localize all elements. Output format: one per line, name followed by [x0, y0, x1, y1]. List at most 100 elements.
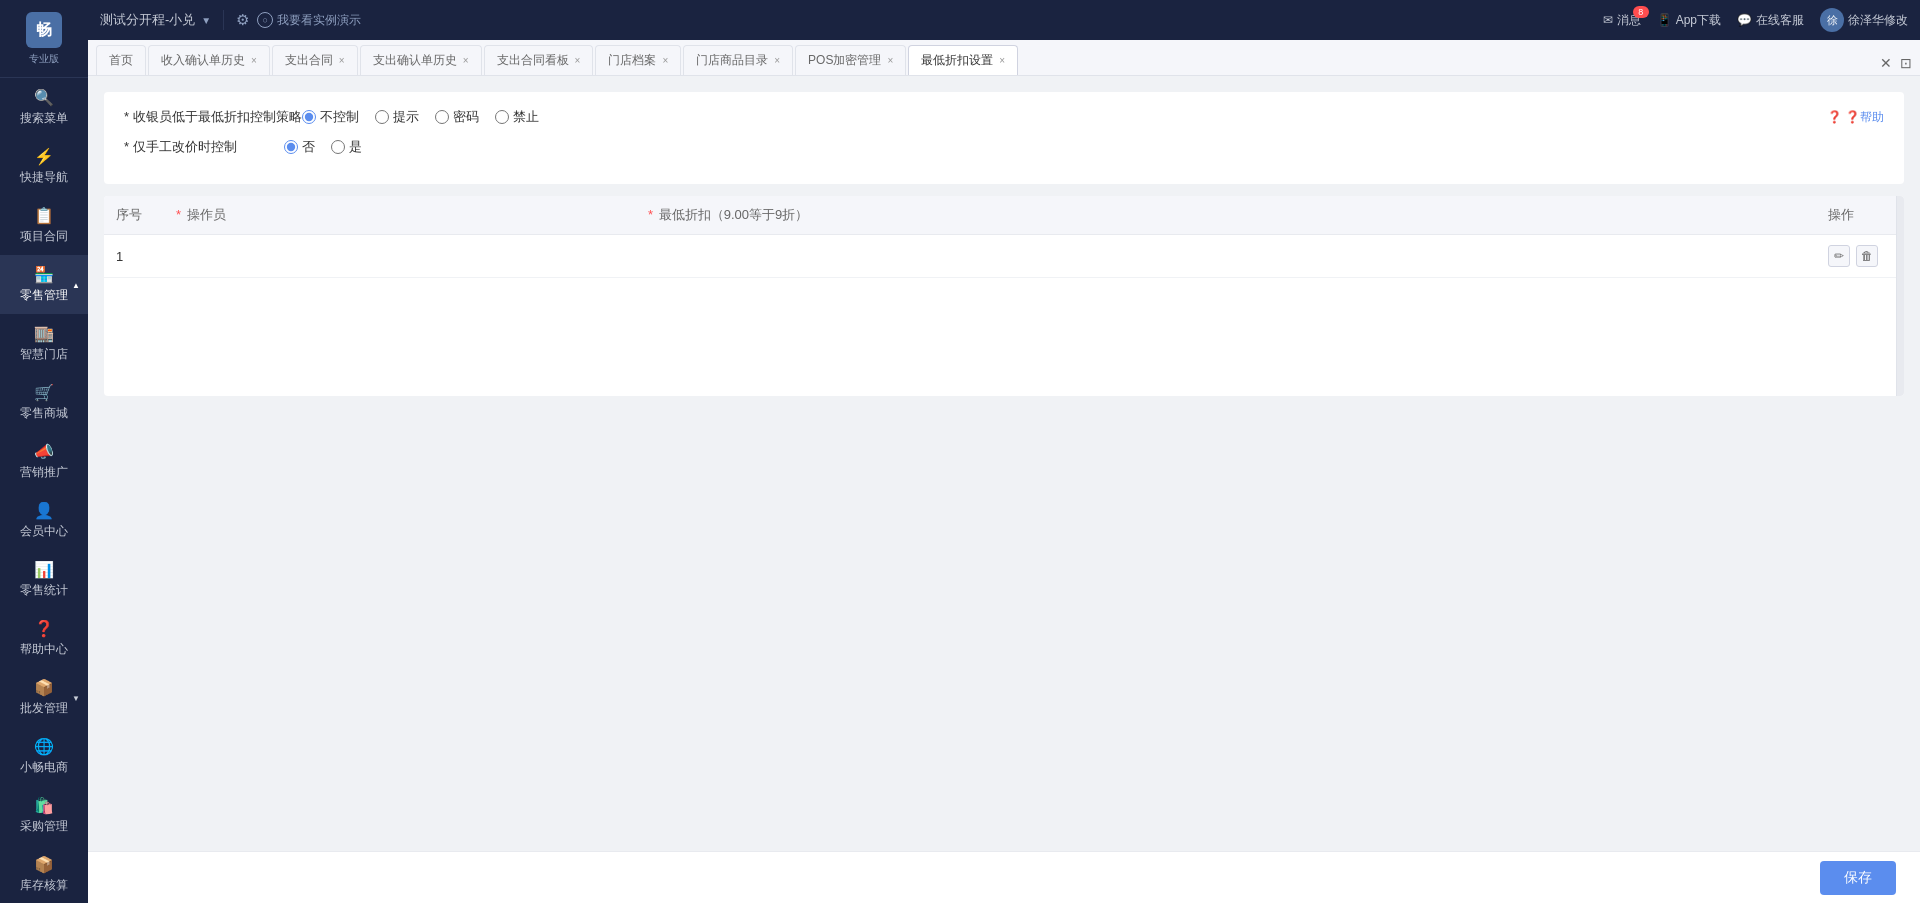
- logo-icon: 畅: [26, 12, 62, 48]
- expand-icon[interactable]: ⊡: [1900, 55, 1912, 71]
- online-service-button[interactable]: 💬 在线客服: [1737, 12, 1804, 29]
- tab-payment-board-close-icon[interactable]: ×: [575, 55, 581, 66]
- sidebar-item-member[interactable]: 👤 会员中心: [0, 491, 88, 550]
- online-store-icon: 🛒: [34, 383, 54, 402]
- shortcut-icon: ⚡: [34, 147, 54, 166]
- cell-operator: [164, 235, 636, 278]
- sidebar-item-retail[interactable]: 🏪 零售管理: [0, 255, 88, 314]
- row-edit-button[interactable]: ✏: [1828, 245, 1850, 267]
- operator-required-mark: *: [176, 207, 181, 222]
- project-name: 测试分开程-小兑: [100, 11, 195, 29]
- radio-manual-yes-input[interactable]: [331, 140, 345, 154]
- tab-pos-password[interactable]: POS加密管理 ×: [795, 45, 906, 75]
- tab-store-goods[interactable]: 门店商品目录 ×: [683, 45, 793, 75]
- save-button[interactable]: 保存: [1820, 861, 1896, 895]
- tab-income-close-icon[interactable]: ×: [251, 55, 257, 66]
- sidebar-item-project[interactable]: 📋 项目合同: [0, 196, 88, 255]
- table-row: 1 ✏ 🗑: [104, 235, 1896, 278]
- demo-text: 我要看实例演示: [277, 12, 361, 29]
- tab-home-label: 首页: [109, 52, 133, 69]
- tabbar-right: ✕ ⊡: [1880, 55, 1912, 75]
- tab-payment-board-label: 支出合同看板: [497, 52, 569, 69]
- marketing-icon: 📣: [34, 442, 54, 461]
- radio-remind[interactable]: 提示: [375, 108, 419, 126]
- tab-store-file-close-icon[interactable]: ×: [662, 55, 668, 66]
- help-icon: ❓: [34, 619, 54, 638]
- tab-income-confirm[interactable]: 收入确认单历史 ×: [148, 45, 270, 75]
- message-badge: 8: [1633, 6, 1649, 18]
- user-menu[interactable]: 徐 徐泽华修改: [1820, 8, 1908, 32]
- tabbar: 首页 收入确认单历史 × 支出合同 × 支出确认单历史 × 支出合同看板 × 门…: [88, 40, 1920, 76]
- topbar-divider: [223, 10, 224, 30]
- row-delete-button[interactable]: 🗑: [1856, 245, 1878, 267]
- inventory-icon: 📦: [34, 855, 54, 874]
- discount-required-mark: *: [648, 207, 653, 222]
- sidebar-item-smart-store[interactable]: 🏬 智慧门店: [0, 314, 88, 373]
- manual-control-row: * 仅手工改价时控制 否 是: [124, 138, 1884, 156]
- manual-control-label: * 仅手工改价时控制: [124, 138, 284, 156]
- tab-income-label: 收入确认单历史: [161, 52, 245, 69]
- radio-password-input[interactable]: [435, 110, 449, 124]
- sidebar-item-shortcut[interactable]: ⚡ 快捷导航: [0, 137, 88, 196]
- radio-password[interactable]: 密码: [435, 108, 479, 126]
- help-button[interactable]: ❓ ❓帮助: [1827, 109, 1884, 126]
- tab-payment-board[interactable]: 支出合同看板 ×: [484, 45, 594, 75]
- tab-payment-contract-close-icon[interactable]: ×: [339, 55, 345, 66]
- message-button[interactable]: ✉ 消息 8: [1603, 12, 1641, 29]
- demo-link[interactable]: ○ 我要看实例演示: [257, 12, 361, 29]
- project-selector[interactable]: 测试分开程-小兑 ▼: [100, 11, 211, 29]
- sidebar-item-help[interactable]: ❓ 帮助中心: [0, 609, 88, 668]
- tab-pos-close-icon[interactable]: ×: [887, 55, 893, 66]
- tab-payment-confirm-close-icon[interactable]: ×: [463, 55, 469, 66]
- service-label: 在线客服: [1756, 12, 1804, 29]
- radio-no-control-input[interactable]: [302, 110, 316, 124]
- sidebar-item-inventory[interactable]: 📦 库存核算: [0, 845, 88, 903]
- tab-payment-contract-label: 支出合同: [285, 52, 333, 69]
- col-min-discount: * 最低折扣（9.00等于9折）: [636, 196, 1816, 235]
- radio-manual-no[interactable]: 否: [284, 138, 315, 156]
- topbar-gear-icon[interactable]: ⚙: [236, 11, 249, 29]
- project-arrow-icon: ▼: [201, 15, 211, 26]
- radio-no-control[interactable]: 不控制: [302, 108, 359, 126]
- avatar: 徐: [1820, 8, 1844, 32]
- tab-store-goods-close-icon[interactable]: ×: [774, 55, 780, 66]
- sidebar-item-purchase[interactable]: 🛍️ 采购管理: [0, 786, 88, 845]
- retail-icon: 🏪: [34, 265, 54, 284]
- control-strategy-radio-group: 不控制 提示 密码 禁止: [302, 108, 539, 126]
- radio-forbid-input[interactable]: [495, 110, 509, 124]
- sidebar-item-batch[interactable]: 📦 批发管理: [0, 668, 88, 727]
- smart-store-icon: 🏬: [34, 324, 54, 343]
- tab-store-file[interactable]: 门店档案 ×: [595, 45, 681, 75]
- close-all-icon[interactable]: ✕: [1880, 55, 1892, 71]
- col-operator: * 操作员: [164, 196, 636, 235]
- app-download-button[interactable]: 📱 App下载: [1657, 12, 1721, 29]
- radio-manual-no-input[interactable]: [284, 140, 298, 154]
- sidebar-item-marketing[interactable]: 📣 营销推广: [0, 432, 88, 491]
- radio-forbid[interactable]: 禁止: [495, 108, 539, 126]
- tab-min-discount-close-icon[interactable]: ×: [999, 55, 1005, 66]
- tab-payment-confirm-label: 支出确认单历史: [373, 52, 457, 69]
- tab-store-goods-label: 门店商品目录: [696, 52, 768, 69]
- discount-table: 序号 * 操作员 * 最低折扣（9.00等于9折）: [104, 196, 1896, 278]
- tab-min-discount[interactable]: 最低折扣设置 ×: [908, 45, 1018, 75]
- tab-payment-contract[interactable]: 支出合同 ×: [272, 45, 358, 75]
- table-scrollbar[interactable]: [1896, 196, 1904, 396]
- cell-min-discount: [636, 235, 1816, 278]
- sidebar-item-ecommerce[interactable]: 🌐 小畅电商: [0, 727, 88, 786]
- sidebar-item-search[interactable]: 🔍 搜索菜单: [0, 78, 88, 137]
- purchase-icon: 🛍️: [34, 796, 54, 815]
- topbar-right: ✉ 消息 8 📱 App下载 💬 在线客服 徐 徐泽华修改: [1603, 8, 1908, 32]
- sidebar-item-retail-stats[interactable]: 📊 零售统计: [0, 550, 88, 609]
- tab-home[interactable]: 首页: [96, 45, 146, 75]
- radio-remind-input[interactable]: [375, 110, 389, 124]
- help-icon: ❓: [1827, 110, 1842, 124]
- tab-payment-confirm[interactable]: 支出确认单历史 ×: [360, 45, 482, 75]
- demo-circle-icon: ○: [257, 12, 273, 28]
- radio-manual-yes[interactable]: 是: [331, 138, 362, 156]
- sidebar-item-online-store[interactable]: 🛒 零售商城: [0, 373, 88, 432]
- message-icon: ✉: [1603, 13, 1613, 27]
- logo-text: 专业版: [29, 52, 59, 65]
- page-content: * 收银员低于最低折扣控制策略 不控制 提示 密码: [88, 76, 1920, 851]
- control-strategy-row: * 收银员低于最低折扣控制策略 不控制 提示 密码: [124, 108, 1884, 126]
- member-icon: 👤: [34, 501, 54, 520]
